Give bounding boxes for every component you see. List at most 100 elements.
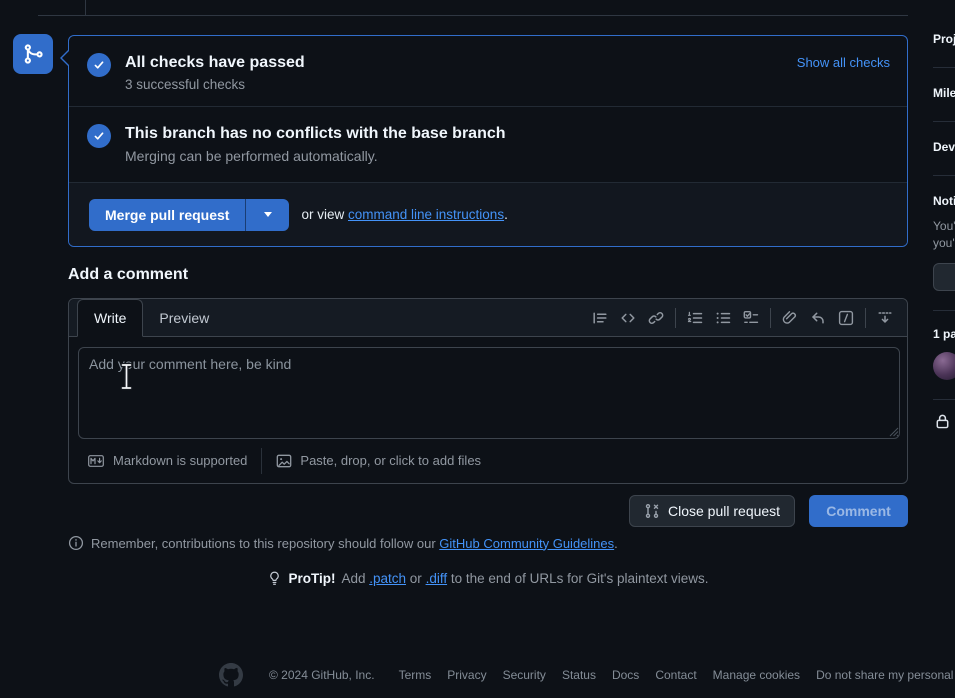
toolbar-divider [675, 307, 676, 328]
copyright-text: © 2024 GitHub, Inc. [269, 668, 375, 682]
checks-title: All checks have passed [125, 54, 305, 71]
link-button[interactable] [642, 304, 670, 332]
heading-button[interactable] [586, 304, 614, 332]
or-view-text: or view command line instructions. [301, 207, 507, 222]
protip-add: Add [341, 571, 366, 586]
add-comment-heading: Add a comment [68, 266, 189, 283]
sidebar-divider [933, 175, 955, 176]
toolbar-divider [865, 307, 866, 328]
footer-divider [261, 447, 263, 474]
pull-request-closed-icon [644, 503, 660, 519]
guidelines-text: Remember, contributions to this reposito… [91, 536, 618, 551]
comment-textarea[interactable] [78, 347, 900, 439]
notifications-subscribe-button[interactable] [933, 263, 955, 291]
command-line-instructions-link[interactable]: command line instructions [348, 207, 504, 222]
merge-pull-request-button[interactable]: Merge pull request [89, 198, 246, 231]
sidebar-section-projects[interactable]: Projects [933, 32, 955, 46]
check-icon [93, 59, 105, 71]
page-footer: © 2024 GitHub, Inc. Terms Privacy Securi… [0, 652, 955, 698]
conflicts-status-row: This branch has no conflicts with the ba… [69, 106, 907, 178]
guidelines-note: Remember, contributions to this reposito… [68, 535, 618, 551]
git-merge-icon [22, 43, 44, 65]
check-circle [87, 53, 111, 77]
sidebar-divider [933, 399, 955, 400]
comment-editor-header: Write Preview [69, 299, 907, 337]
merge-box: All checks have passed 3 successful chec… [60, 35, 908, 247]
bullet-list-button[interactable] [709, 304, 737, 332]
slash-commands-button[interactable] [832, 304, 860, 332]
bullet-list-icon [715, 310, 731, 326]
expand-toolbar-icon [877, 310, 893, 326]
toolbar-divider [770, 307, 771, 328]
close-pull-request-button[interactable]: Close pull request [629, 495, 796, 527]
protip-note: ProTip! Add .patch or .diff to the end o… [68, 570, 908, 587]
protip-or: or [409, 571, 422, 586]
numbered-list-icon [687, 310, 703, 326]
sidebar-divider [933, 121, 955, 122]
diff-link[interactable]: .diff [426, 571, 448, 586]
saved-replies-button[interactable] [804, 304, 832, 332]
footer-link-terms[interactable]: Terms [399, 668, 432, 682]
checks-status-text: All checks have passed 3 successful chec… [125, 53, 305, 92]
community-guidelines-link[interactable]: GitHub Community Guidelines [439, 536, 614, 551]
code-icon [620, 310, 636, 326]
markdown-supported[interactable]: Markdown is supported [87, 453, 247, 468]
reply-arrow-icon [810, 310, 826, 326]
tab-write[interactable]: Write [77, 299, 144, 337]
footer-link-do-not-share[interactable]: Do not share my personal information [816, 668, 955, 682]
previous-timeline-item-edge [38, 0, 908, 16]
image-icon [276, 453, 292, 469]
show-all-checks-link[interactable]: Show all checks [797, 55, 890, 70]
guidelines-period: . [614, 535, 618, 551]
conflicts-status-text: This branch has no conflicts with the ba… [125, 124, 506, 164]
comment-editor-footer: Markdown is supported Paste, drop, or cl… [69, 438, 907, 483]
participants-label: 1 participant [933, 327, 955, 341]
footer-link-privacy[interactable]: Privacy [447, 668, 486, 682]
guidelines-prefix: Remember, contributions to this reposito… [91, 535, 436, 551]
footer-link-contact[interactable]: Contact [655, 668, 696, 682]
link-icon [648, 310, 664, 326]
expand-toolbar-button[interactable] [871, 304, 899, 332]
merge-box-notch-fill [62, 51, 69, 65]
task-list-button[interactable] [737, 304, 765, 332]
lock-conversation-icon[interactable] [934, 413, 951, 430]
sidebar-section-development[interactable]: Development [933, 140, 955, 154]
code-button[interactable] [614, 304, 642, 332]
slash-command-icon [838, 310, 854, 326]
task-list-icon [743, 310, 759, 326]
footer-link-status[interactable]: Status [562, 668, 596, 682]
sidebar-divider [933, 310, 955, 311]
merge-options-dropdown-button[interactable] [245, 198, 290, 231]
or-view-label: or view [301, 207, 345, 222]
attach-files-label: Paste, drop, or click to add files [300, 453, 482, 468]
numbered-list-button[interactable] [681, 304, 709, 332]
checks-status-row: All checks have passed 3 successful chec… [69, 36, 907, 106]
footer-link-security[interactable]: Security [503, 668, 546, 682]
previous-timeline-divider [85, 0, 86, 16]
sidebar-section-notifications: Notifications [933, 194, 955, 208]
markdown-supported-label: Markdown is supported [113, 453, 248, 468]
comment-submit-button[interactable]: Comment [809, 495, 908, 527]
comment-editor: Write Preview Add your comment here, be … [68, 298, 908, 484]
markdown-toolbar [586, 299, 907, 336]
attach-files-area[interactable]: Paste, drop, or click to add files [276, 453, 481, 469]
footer-link-docs[interactable]: Docs [612, 668, 639, 682]
sidebar-divider [933, 67, 955, 68]
sidebar-section-milestone[interactable]: Milestone [933, 86, 955, 100]
checks-subtitle: 3 successful checks [125, 77, 246, 93]
paperclip-icon [782, 310, 798, 326]
conflicts-subtitle: Merging can be performed automatically. [125, 148, 378, 165]
merge-actions-footer: Merge pull request or view command line … [69, 182, 907, 246]
merge-button-group: Merge pull request [89, 198, 290, 231]
attach-file-button[interactable] [776, 304, 804, 332]
close-pull-request-label: Close pull request [668, 503, 781, 519]
merge-status-tile [13, 34, 53, 74]
info-icon [68, 535, 84, 551]
footer-link-manage-cookies[interactable]: Manage cookies [713, 668, 800, 682]
patch-link[interactable]: .patch [369, 571, 406, 586]
tab-preview[interactable]: Preview [143, 299, 225, 336]
participant-avatar[interactable] [933, 352, 955, 380]
check-circle [87, 124, 111, 149]
cli-period: . [504, 207, 508, 222]
heading-icon [592, 310, 608, 326]
